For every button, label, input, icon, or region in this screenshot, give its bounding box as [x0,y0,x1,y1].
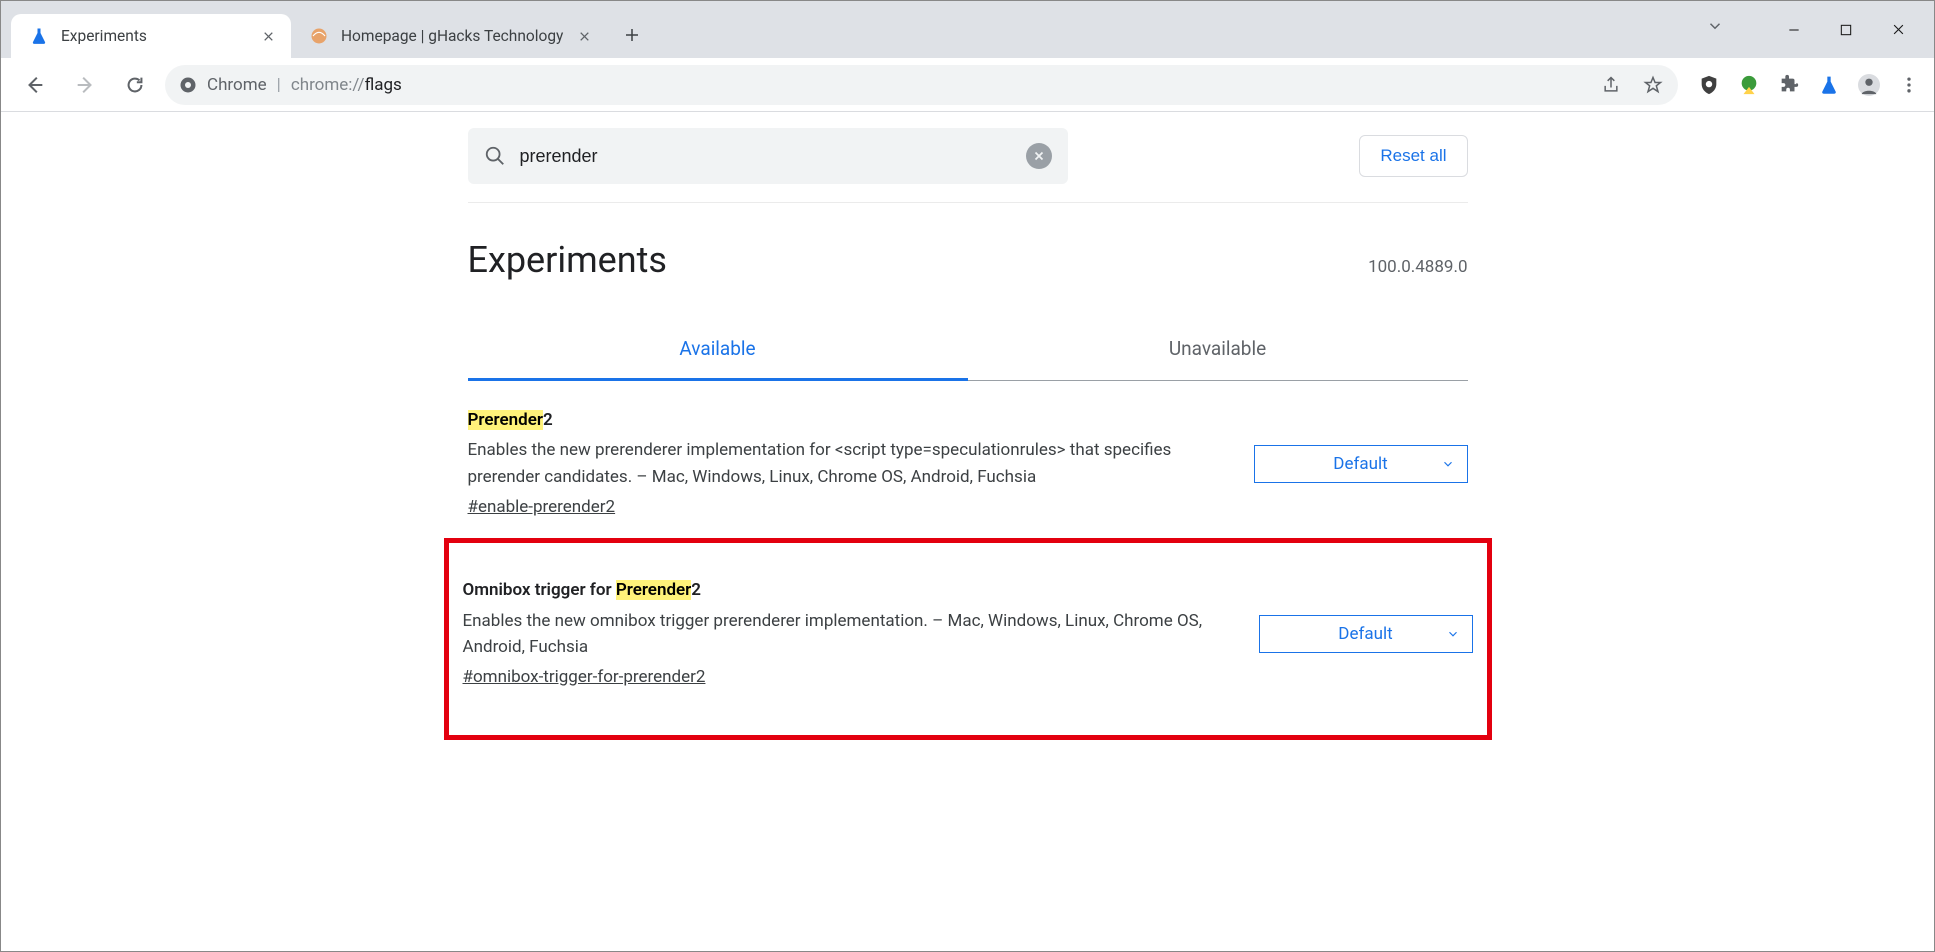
titlebar: Experiments Homepage | gHacks Technology [1,1,1934,58]
flag-hash-link[interactable]: #enable-prerender2 [468,494,616,520]
forward-button[interactable] [65,65,105,105]
window-close-button[interactable] [1886,18,1910,42]
profile-avatar-icon[interactable] [1858,74,1880,96]
flask-icon [29,26,49,46]
flag-entry: Omnibox trigger for Prerender2 Enables th… [463,551,1473,708]
flags-search-input[interactable] [520,146,1012,167]
window-minimize-button[interactable] [1782,18,1806,42]
bookmark-star-icon[interactable] [1642,74,1664,96]
tab-title: Experiments [61,27,147,45]
chevron-down-icon [1441,457,1455,471]
flag-hash-link[interactable]: #omnibox-trigger-for-prerender2 [463,664,706,690]
tab-close-icon[interactable] [575,27,593,45]
back-button[interactable] [15,65,55,105]
flag-entry: Prerender2 Enables the new prerenderer im… [468,381,1468,538]
flag-description: Enables the new omnibox trigger prerende… [463,608,1231,661]
idm-globe-icon[interactable] [1738,74,1760,96]
tab-close-icon[interactable] [259,27,277,45]
tab-unavailable[interactable]: Unavailable [968,319,1468,380]
tab-search-dropdown-icon[interactable] [1706,17,1724,35]
flag-title: Prerender2 [468,407,1226,433]
flags-search-box[interactable] [468,128,1068,184]
reset-all-button[interactable]: Reset all [1359,135,1467,177]
kebab-menu-icon[interactable] [1898,74,1920,96]
address-bar[interactable]: Chrome | chrome://flags [165,65,1678,105]
chrome-version: 100.0.4889.0 [1368,257,1467,277]
window-maximize-button[interactable] [1834,18,1858,42]
new-tab-button[interactable] [615,18,649,52]
flag-title: Omnibox trigger for Prerender2 [463,577,1231,603]
search-icon [484,145,506,167]
share-icon[interactable] [1600,74,1622,96]
navbar: Chrome | chrome://flags [1,58,1934,112]
url-text: chrome://flags [291,75,402,95]
flag-description: Enables the new prerenderer implementati… [468,437,1226,490]
browser-tab-experiments[interactable]: Experiments [11,14,291,58]
tab-available[interactable]: Available [468,319,968,380]
reload-button[interactable] [115,65,155,105]
chevron-down-icon [1446,627,1460,641]
separator: | [277,75,281,95]
page-title: Experiments [468,239,667,281]
flag-state-select[interactable]: Default [1259,615,1473,653]
browser-label: Chrome [207,75,267,95]
browser-tab-ghacks[interactable]: Homepage | gHacks Technology [291,14,607,58]
chrome-logo-icon [179,76,197,94]
labs-flask-icon[interactable] [1818,74,1840,96]
ghacks-favicon [309,26,329,46]
extensions-puzzle-icon[interactable] [1778,74,1800,96]
clear-search-icon[interactable] [1026,143,1052,169]
flag-state-select[interactable]: Default [1254,445,1468,483]
tab-title: Homepage | gHacks Technology [341,27,563,45]
ublock-shield-icon[interactable] [1698,74,1720,96]
content-area[interactable]: Reset all Experiments 100.0.4889.0 Avail… [1,112,1934,951]
